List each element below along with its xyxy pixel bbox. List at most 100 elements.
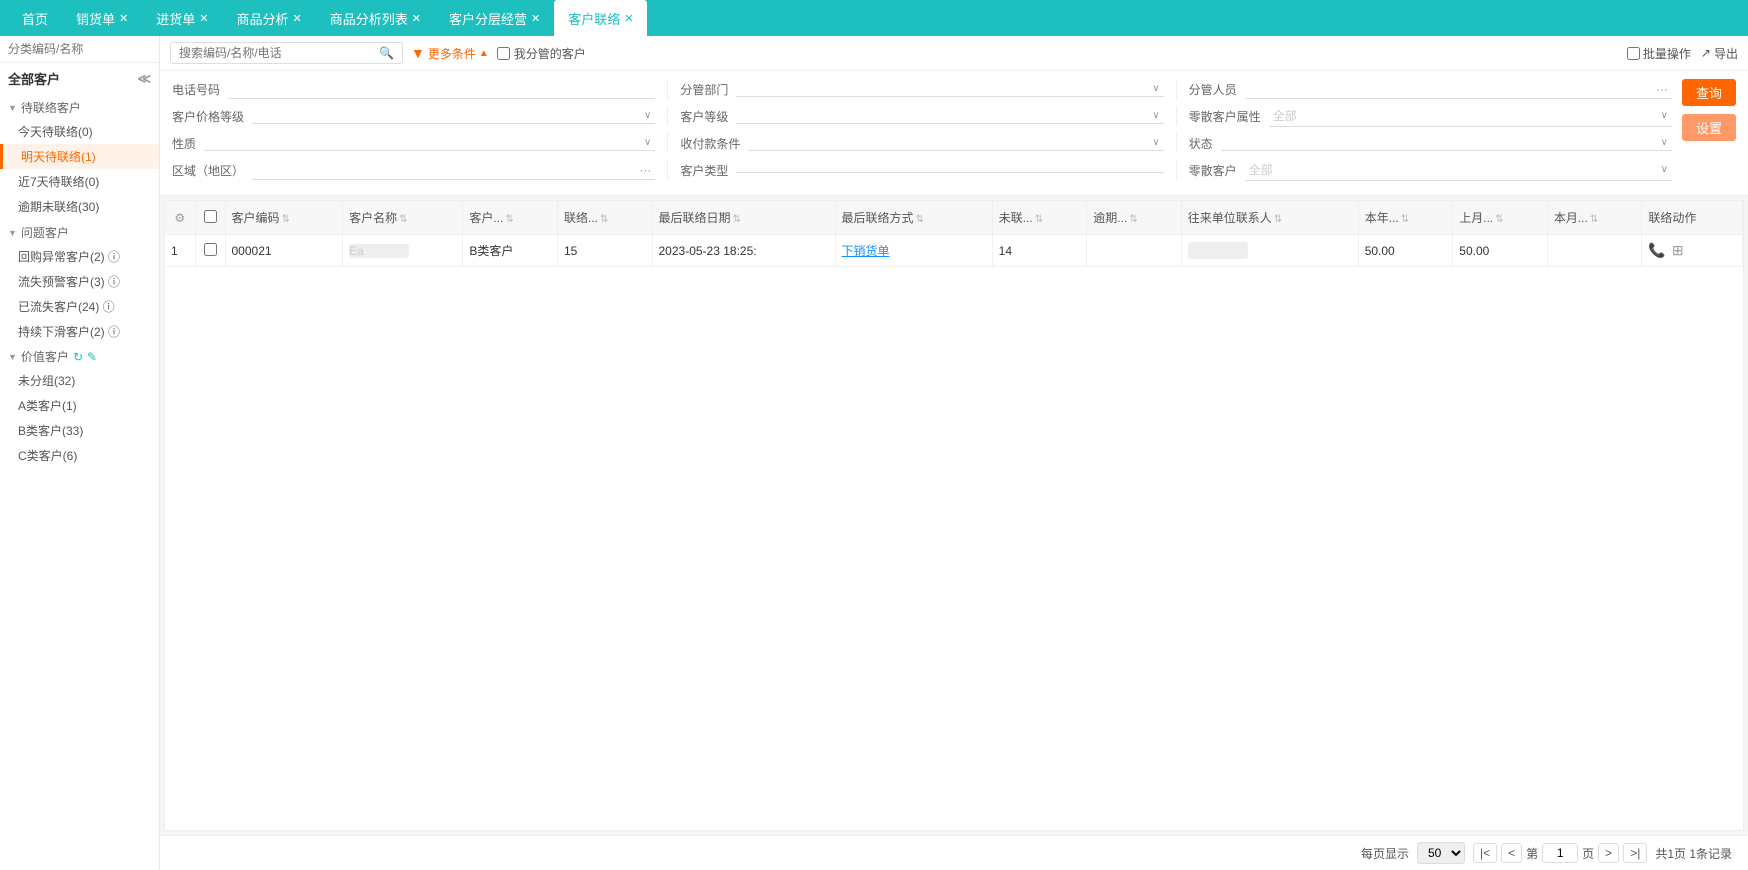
retail-attr-value: 全部 bbox=[1273, 107, 1661, 124]
retail-attr-select[interactable]: 全部 ∨ bbox=[1269, 105, 1672, 127]
row-last-method[interactable]: 下销货单 bbox=[835, 235, 992, 267]
col-no-contact[interactable]: 未联...⇅ bbox=[992, 201, 1087, 235]
status-select[interactable]: ∨ bbox=[1221, 135, 1672, 151]
sidebar-item-ungrouped[interactable]: 未分组(32) bbox=[0, 368, 159, 393]
per-page-select[interactable]: 50 bbox=[1417, 842, 1465, 864]
phone-input[interactable] bbox=[228, 80, 655, 99]
toolbar-search-input[interactable] bbox=[179, 46, 379, 60]
value-refresh-icon[interactable]: ↻ bbox=[73, 350, 83, 364]
last-method-link[interactable]: 下销货单 bbox=[842, 244, 890, 258]
my-customers-checkbox-label[interactable]: 我分管的客户 bbox=[497, 45, 586, 62]
nav-customer-tier[interactable]: 客户分层经营 ✕ bbox=[435, 0, 554, 36]
sidebar-item-churned[interactable]: 已流失客户(24) ⓘ bbox=[0, 294, 159, 319]
nav-customer-contact[interactable]: 客户联络 ✕ bbox=[554, 0, 647, 36]
dept-select[interactable]: ∨ bbox=[736, 81, 1163, 97]
sidebar-item-tomorrow[interactable]: 明天待联络(1) bbox=[0, 144, 159, 169]
sidebar-collapse-icon[interactable]: ≪ bbox=[137, 71, 151, 87]
col-action: 联络动作 bbox=[1642, 201, 1743, 235]
price-grade-select[interactable]: ∨ bbox=[252, 108, 655, 124]
retail-customer-select[interactable]: 全部 ∨ bbox=[1245, 159, 1672, 181]
sidebar-search-input[interactable] bbox=[8, 42, 160, 56]
nav-product-analysis-list[interactable]: 商品分析列表 ✕ bbox=[316, 0, 435, 36]
my-customers-label: 我分管的客户 bbox=[514, 45, 586, 62]
row-action: 📞 ⊞ bbox=[1642, 235, 1743, 267]
col-overdue[interactable]: 逾期...⇅ bbox=[1087, 201, 1182, 235]
customer-grade-select[interactable]: ∨ bbox=[736, 108, 1163, 124]
nav-sales-close[interactable]: ✕ bbox=[119, 12, 128, 25]
sidebar-item-7days[interactable]: 近7天待联络(0) bbox=[0, 169, 159, 194]
customer-type-select[interactable] bbox=[736, 168, 1163, 173]
retail-attr-label: 零散客户属性 bbox=[1189, 108, 1261, 125]
col-last-method[interactable]: 最后联络方式⇅ bbox=[835, 201, 992, 235]
last-page-btn[interactable]: >| bbox=[1623, 843, 1647, 863]
data-table-container: ⚙ 客户编码⇅ 客户名称⇅ 客户...⇅ 联络...⇅ 最后联络日期⇅ 最后联络… bbox=[164, 200, 1744, 831]
sidebar-item-today[interactable]: 今天待联络(0) bbox=[0, 119, 159, 144]
nav-home[interactable]: 首页 bbox=[8, 0, 62, 36]
export-btn[interactable]: ↗ 导出 bbox=[1701, 45, 1738, 62]
col-type[interactable]: 客户...⇅ bbox=[463, 201, 558, 235]
my-customers-checkbox[interactable] bbox=[497, 47, 510, 60]
col-settings[interactable]: ⚙ bbox=[165, 201, 195, 235]
export-icon: ↗ bbox=[1701, 46, 1711, 60]
name-blurred: Ea bbox=[349, 244, 409, 258]
row-checkbox[interactable] bbox=[204, 243, 217, 256]
nav-product-analysis-list-close[interactable]: ✕ bbox=[412, 12, 421, 25]
retail-customer-label: 零散客户 bbox=[1189, 162, 1237, 179]
action-grid-icon[interactable]: ⊞ bbox=[1672, 242, 1684, 259]
region-select[interactable]: ··· bbox=[252, 161, 655, 180]
col-contacts[interactable]: 联络...⇅ bbox=[557, 201, 652, 235]
page-input[interactable] bbox=[1542, 843, 1578, 863]
person-select[interactable]: ··· bbox=[1245, 80, 1672, 99]
sidebar-item-classA[interactable]: A类客户(1) bbox=[0, 393, 159, 418]
col-last-month[interactable]: 上月...⇅ bbox=[1453, 201, 1548, 235]
next-page-btn[interactable]: > bbox=[1598, 843, 1619, 863]
nav-product-analysis[interactable]: 商品分析 ✕ bbox=[222, 0, 315, 36]
nature-label: 性质 bbox=[172, 135, 196, 152]
row-no-contact: 14 bbox=[992, 235, 1087, 267]
toolbar: 🔍 ▼ 更多条件 ▲ 我分管的客户 批量操作 ↗ 导出 bbox=[160, 36, 1748, 71]
nav-sales[interactable]: 销货单 ✕ bbox=[62, 0, 142, 36]
row-contacts: 15 bbox=[557, 235, 652, 267]
row-checkbox-cell[interactable] bbox=[195, 235, 225, 267]
select-all-checkbox[interactable] bbox=[204, 210, 217, 223]
dept-label: 分管部门 bbox=[680, 81, 728, 98]
first-page-btn[interactable]: |< bbox=[1473, 843, 1497, 863]
setting-button[interactable]: 设置 bbox=[1682, 114, 1736, 141]
nav-purchase[interactable]: 进货单 ✕ bbox=[142, 0, 222, 36]
query-button[interactable]: 查询 bbox=[1682, 79, 1736, 106]
row-name: Ea bbox=[343, 235, 463, 267]
unit-contact-blurred bbox=[1188, 242, 1248, 259]
col-last-date[interactable]: 最后联络日期⇅ bbox=[652, 201, 835, 235]
value-edit-icon[interactable]: ✎ bbox=[87, 350, 97, 364]
col-this-year[interactable]: 本年...⇅ bbox=[1358, 201, 1453, 235]
batch-checkbox[interactable] bbox=[1627, 47, 1640, 60]
filter-retail-customer: 零散客户 全部 ∨ bbox=[1189, 159, 1672, 181]
person-dots: ··· bbox=[1656, 82, 1668, 96]
sidebar-item-declining[interactable]: 持续下滑客户(2) ⓘ bbox=[0, 319, 159, 344]
nature-select[interactable]: ∨ bbox=[204, 135, 655, 151]
payment-select[interactable]: ∨ bbox=[748, 135, 1163, 151]
table-row: 1 000021 Ea B类客户 15 2023-05-23 18:25: 下销… bbox=[165, 235, 1743, 267]
nav-product-analysis-close[interactable]: ✕ bbox=[293, 12, 302, 25]
sidebar-all-customers[interactable]: 全部客户 ≪ bbox=[0, 63, 159, 94]
col-this-month[interactable]: 本月...⇅ bbox=[1547, 201, 1642, 235]
action-phone-icon[interactable]: 📞 bbox=[1648, 242, 1665, 259]
nav-customer-tier-close[interactable]: ✕ bbox=[531, 12, 540, 25]
filter-retail-attr: 零散客户属性 全部 ∨ bbox=[1189, 105, 1672, 127]
col-name[interactable]: 客户名称⇅ bbox=[343, 201, 463, 235]
sidebar-item-classC[interactable]: C类客户(6) bbox=[0, 443, 159, 468]
nav-purchase-close[interactable]: ✕ bbox=[199, 12, 208, 25]
col-unit-contact[interactable]: 往来单位联系人⇅ bbox=[1181, 201, 1358, 235]
sidebar-item-repurchase-abnormal[interactable]: 回购异常客户(2) ⓘ bbox=[0, 244, 159, 269]
more-filters-btn[interactable]: ▼ 更多条件 ▲ bbox=[411, 45, 489, 62]
sidebar-item-overdue[interactable]: 逾期未联络(30) bbox=[0, 194, 159, 219]
sidebar-item-churn-warning[interactable]: 流失预警客户(3) ⓘ bbox=[0, 269, 159, 294]
region-dots: ··· bbox=[639, 163, 651, 177]
batch-operation-btn[interactable]: 批量操作 bbox=[1627, 45, 1691, 62]
col-checkbox[interactable] bbox=[195, 201, 225, 235]
prev-page-btn[interactable]: < bbox=[1501, 843, 1522, 863]
toolbar-search-icon[interactable]: 🔍 bbox=[379, 46, 394, 60]
col-code[interactable]: 客户编码⇅ bbox=[225, 201, 343, 235]
nav-customer-contact-close[interactable]: ✕ bbox=[624, 12, 633, 25]
sidebar-item-classB[interactable]: B类客户(33) bbox=[0, 418, 159, 443]
